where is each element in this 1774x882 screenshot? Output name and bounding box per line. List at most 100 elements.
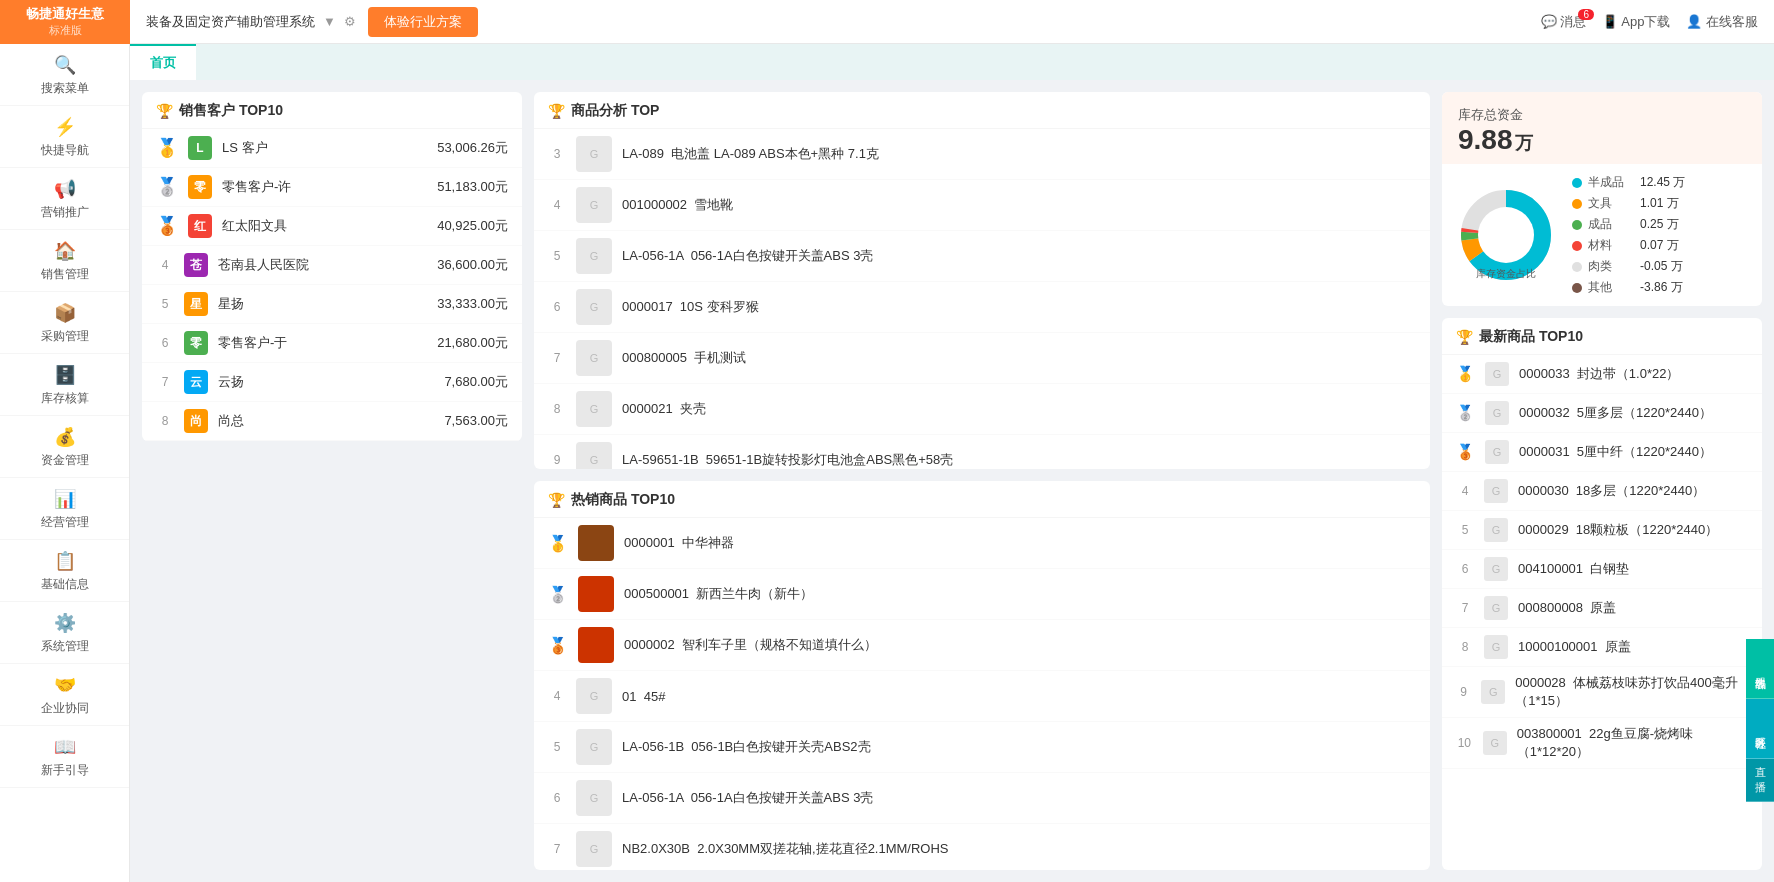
app-download-btn[interactable]: 📱 App下载 (1602, 13, 1670, 31)
sidebar-item-basics[interactable]: 📋 基础信息 (0, 540, 129, 602)
new-product-item: 4 G 0000030 18多层（1220*2440） (1442, 472, 1762, 511)
legend-name: 文具 (1588, 195, 1626, 212)
sidebar-item-sales[interactable]: 🏠 销售管理 (0, 230, 129, 292)
search-icon: 🔍 (54, 54, 76, 76)
cs-live-btn[interactable]: 直播 (1746, 759, 1774, 802)
legend-name: 成品 (1588, 216, 1626, 233)
tab-home-label: 首页 (150, 54, 176, 72)
new-product-img: G (1484, 518, 1508, 542)
sidebar-item-system[interactable]: ⚙️ 系统管理 (0, 602, 129, 664)
legend-color-dot (1572, 178, 1582, 188)
customer-name: 红太阳文具 (222, 217, 427, 235)
system-selector[interactable]: 装备及固定资产辅助管理系统 ▼ (146, 13, 336, 31)
col-mid: 🏆 商品分析 TOP 3 G LA-089 电池盖 LA-089 ABS本色+黑… (534, 92, 1430, 870)
col-left: 🏆 销售客户 TOP10 🥇 L LS 客户 53,006.26元 🥈 零 零售… (142, 92, 522, 870)
customer-name: 苍南县人民医院 (218, 256, 427, 274)
new-product-info: 10000100001 原盖 (1518, 638, 1631, 656)
legend-value: -0.05 万 (1640, 258, 1683, 275)
sidebar-item-purchase[interactable]: 📦 采购管理 (0, 292, 129, 354)
sidebar-item-guide[interactable]: 📖 新手引导 (0, 726, 129, 788)
new-product-item: 7 G 000800008 原盖 (1442, 589, 1762, 628)
hot-item: 🥇 0000001 中华神器 (534, 518, 1430, 569)
customer-name: LS 客户 (222, 139, 427, 157)
customer-badge: 红 (188, 214, 212, 238)
hot-item: 🥈 000500001 新西兰牛肉（新牛） (534, 569, 1430, 620)
product-image-placeholder: G (576, 678, 612, 714)
legend-value: 1.01 万 (1640, 195, 1679, 212)
sidebar-item-marketing[interactable]: 📢 营销推广 (0, 168, 129, 230)
message-badge: 6 (1578, 9, 1594, 20)
new-product-item: 8 G 10000100001 原盖 (1442, 628, 1762, 667)
top-customers-card: 🏆 销售客户 TOP10 🥇 L LS 客户 53,006.26元 🥈 零 零售… (142, 92, 522, 441)
nav-tabs: 首页 (130, 44, 1774, 80)
legend-name: 材料 (1588, 237, 1626, 254)
service-label: 在线客服 (1706, 14, 1758, 29)
sidebar-marketing-label: 营销推广 (41, 204, 89, 221)
customer-name: 星扬 (218, 295, 427, 313)
logo-line2: 标准版 (49, 23, 82, 38)
product-image-placeholder: G (576, 780, 612, 816)
trial-button[interactable]: 体验行业方案 (368, 7, 478, 37)
legend-name: 肉类 (1588, 258, 1626, 275)
customer-badge: 星 (184, 292, 208, 316)
content-area: 🏆 销售客户 TOP10 🥇 L LS 客户 53,006.26元 🥈 零 零售… (130, 80, 1774, 882)
gear-icon[interactable]: ⚙ (344, 14, 356, 29)
rank-number: 9 (1456, 685, 1471, 699)
rank-number: 7 (156, 375, 174, 389)
sidebar-finance-label: 资金管理 (41, 452, 89, 469)
rank-item: 6 零 零售客户-于 21,680.00元 (142, 324, 522, 363)
new-product-item: 6 G 004100001 白钢垫 (1442, 550, 1762, 589)
new-product-info: 0000032 5厘多层（1220*2440） (1519, 404, 1712, 422)
online-service-btn[interactable]: 👤 在线客服 (1686, 13, 1758, 31)
analysis-item: 8 G 0000021 夹壳 (534, 384, 1430, 435)
product-image-placeholder: G (576, 831, 612, 867)
dropdown-icon[interactable]: ▼ (323, 14, 336, 29)
legend-value: -3.86 万 (1640, 279, 1683, 296)
new-product-info: 0000031 5厘中纤（1220*2440） (1519, 443, 1712, 461)
medal-silver-icon: 🥈 (1456, 404, 1475, 422)
cs-hotline-btn[interactable]: 客服热线 (1746, 639, 1774, 699)
sidebar-item-enterprise[interactable]: 🤝 企业协同 (0, 664, 129, 726)
sidebar-item-search[interactable]: 🔍 搜索菜单 (0, 44, 129, 106)
analysis-product-info: LA-056-1A 056-1A白色按键开关盖ABS 3壳 (622, 247, 873, 265)
tab-home[interactable]: 首页 (130, 44, 196, 80)
customer-badge: 零 (188, 175, 212, 199)
logo: 畅捷通好生意 标准版 (0, 0, 130, 44)
medal-gold-icon: 🥇 (1456, 365, 1475, 383)
sidebar-item-inventory[interactable]: 🗄️ 库存核算 (0, 354, 129, 416)
cs-community-btn[interactable]: 服务社区 (1746, 699, 1774, 759)
rank-number: 7 (1456, 601, 1474, 615)
customer-value: 33,333.00元 (437, 295, 508, 313)
rank-number: 6 (548, 791, 566, 805)
message-btn[interactable]: 💬 消息 6 (1541, 13, 1587, 31)
new-product-item: 10 G 003800001 22g鱼豆腐-烧烤味（1*12*20） (1442, 718, 1762, 769)
customer-value: 21,680.00元 (437, 334, 508, 352)
customer-badge: 零 (184, 331, 208, 355)
sidebar-item-operations[interactable]: 📊 经营管理 (0, 478, 129, 540)
legend-value: 12.45 万 (1640, 174, 1685, 191)
basics-icon: 📋 (54, 550, 76, 572)
hot-products-title: 🏆 热销商品 TOP10 (534, 481, 1430, 518)
hot-products-label: 热销商品 TOP10 (571, 491, 675, 509)
trophy-icon2: 🏆 (548, 103, 565, 119)
operations-icon: 📊 (54, 488, 76, 510)
donut-section: 库存资金占比 半成品 12.45 万 文具 1.01 万 成品 0.25 万 材… (1442, 164, 1762, 306)
analysis-product-info: 0000021 夹壳 (622, 400, 706, 418)
rank-number: 4 (548, 689, 566, 703)
purchase-icon: 📦 (54, 302, 76, 324)
new-product-img: G (1484, 557, 1508, 581)
customer-value: 51,183.00元 (437, 178, 508, 196)
legend-color-dot (1572, 199, 1582, 209)
rank-number: 7 (548, 842, 566, 856)
hot-item: 5 G LA-056-1B 056-1B白色按键开关壳ABS2壳 (534, 722, 1430, 773)
new-product-info: 000800008 原盖 (1518, 599, 1616, 617)
sidebar-item-finance[interactable]: 💰 资金管理 (0, 416, 129, 478)
rank-number: 4 (1456, 484, 1474, 498)
sidebar-item-quicknav[interactable]: ⚡ 快捷导航 (0, 106, 129, 168)
topbar: 畅捷通好生意 标准版 装备及固定资产辅助管理系统 ▼ ⚙ 体验行业方案 💬 消息… (0, 0, 1774, 44)
new-product-item: 5 G 0000029 18颗粒板（1220*2440） (1442, 511, 1762, 550)
customer-badge: 尚 (184, 409, 208, 433)
customer-name: 尚总 (218, 412, 434, 430)
new-product-info: 0000033 封边带（1.0*22） (1519, 365, 1679, 383)
rank-number: 10 (1456, 736, 1473, 750)
